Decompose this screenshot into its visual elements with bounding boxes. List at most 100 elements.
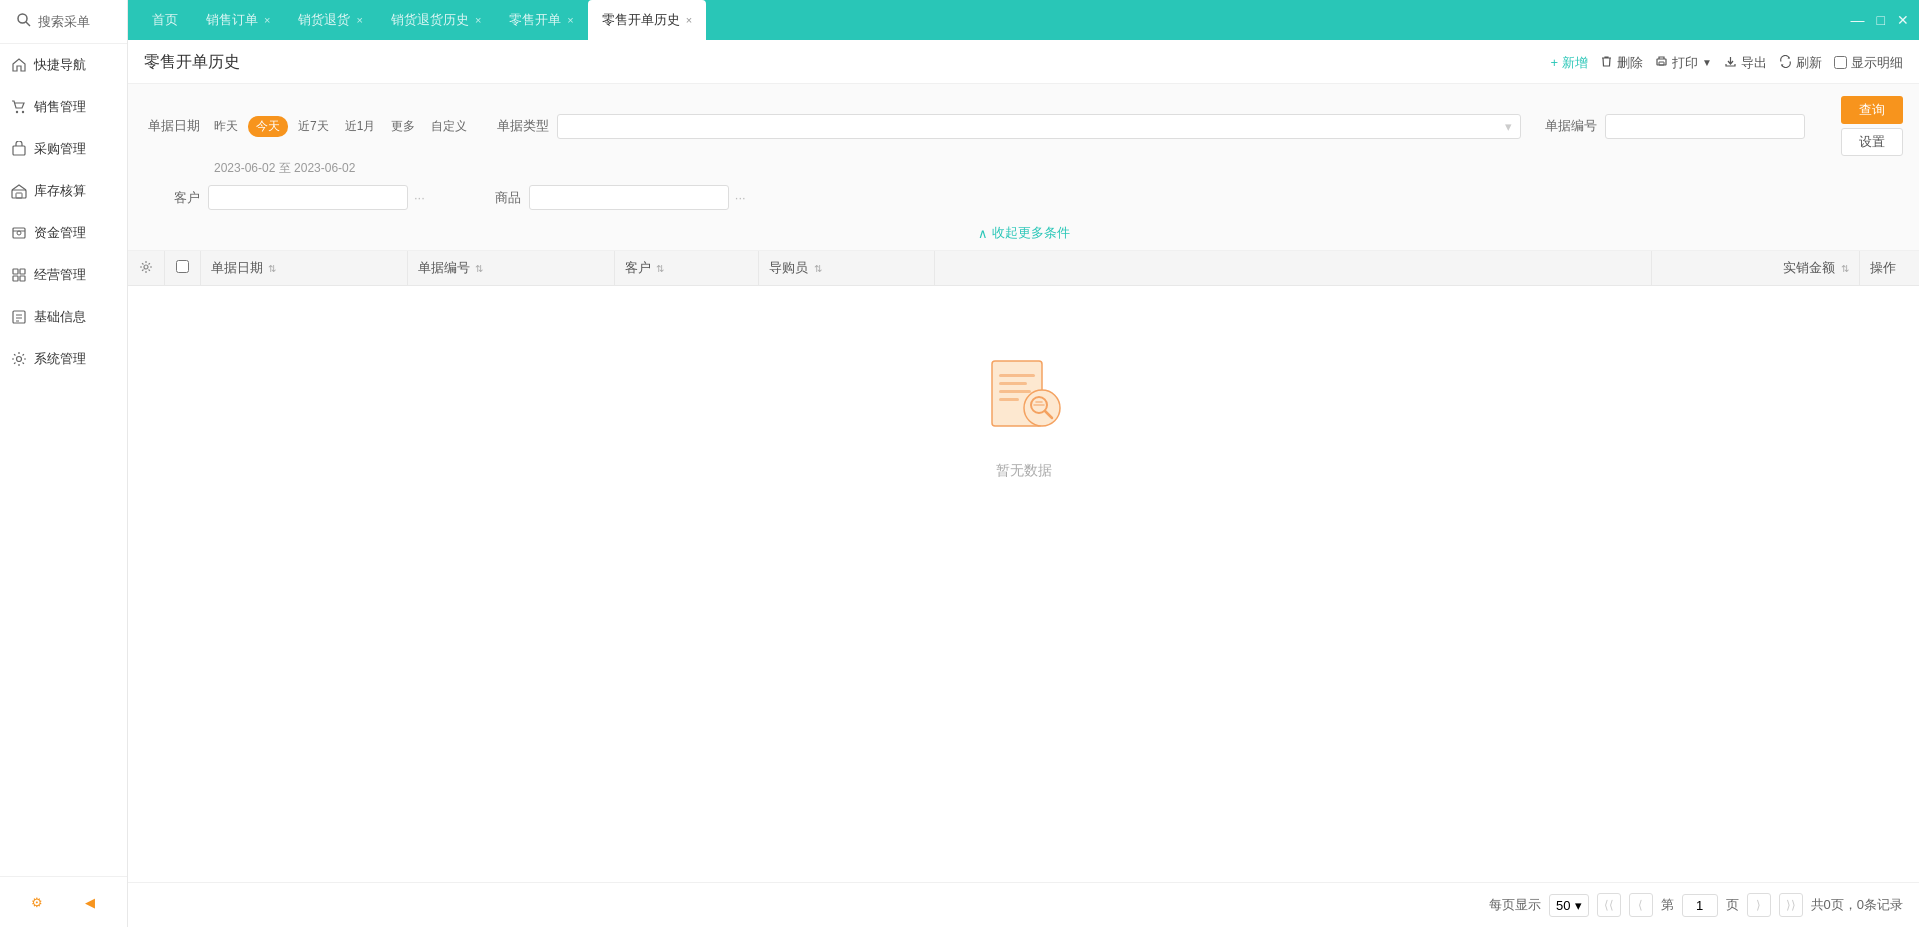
sidebar-search-label: 搜索采单: [38, 13, 90, 31]
restore-btn[interactable]: □: [1877, 12, 1885, 28]
svg-point-8: [17, 231, 21, 235]
sidebar-label-base-info: 基础信息: [34, 308, 86, 326]
empty-illustration: [974, 346, 1074, 446]
tab-sales-return-history-close[interactable]: ×: [475, 14, 481, 26]
export-button[interactable]: 导出: [1724, 54, 1767, 72]
sidebar-item-sys-mgmt[interactable]: 系统管理: [0, 338, 127, 380]
select-all-checkbox[interactable]: [176, 260, 189, 273]
refresh-button[interactable]: 刷新: [1779, 54, 1822, 72]
tab-retail-open-history[interactable]: 零售开单历史 ×: [588, 0, 706, 40]
goods-dots-btn[interactable]: ···: [735, 190, 746, 205]
page-input[interactable]: 1: [1682, 894, 1718, 917]
sidebar-item-purchase-mgmt[interactable]: 采购管理: [0, 128, 127, 170]
per-page-label: 每页显示: [1489, 896, 1541, 914]
tab-retail-open[interactable]: 零售开单 ×: [495, 0, 587, 40]
filter-goods: 商品 ···: [465, 185, 746, 210]
show-detail-checkbox[interactable]: [1834, 56, 1847, 69]
sidebar-item-ops-mgmt[interactable]: 经营管理: [0, 254, 127, 296]
sidebar-label-finance-mgmt: 资金管理: [34, 224, 86, 242]
add-button[interactable]: + 新增: [1551, 54, 1589, 72]
goods-input[interactable]: [529, 185, 729, 210]
svg-rect-26: [999, 398, 1019, 401]
today-btn[interactable]: 今天: [248, 116, 288, 137]
th-number[interactable]: 单据编号 ⇅: [407, 251, 614, 286]
tab-sales-return-history-label: 销货退货历史: [391, 11, 469, 29]
customer-dots-btn[interactable]: ···: [414, 190, 425, 205]
per-page-arrow: ▾: [1575, 898, 1582, 913]
empty-text: 暂无数据: [996, 462, 1052, 480]
custom-btn[interactable]: 自定义: [425, 116, 473, 137]
sidebar-item-quick-nav[interactable]: 快捷导航: [0, 44, 127, 86]
tab-retail-open-history-close[interactable]: ×: [686, 14, 692, 26]
sidebar: 搜索采单 快捷导航 销售管理 采购管理: [0, 0, 128, 927]
1month-btn[interactable]: 近1月: [339, 116, 382, 137]
svg-rect-12: [13, 276, 18, 281]
sidebar-search[interactable]: 搜索采单: [0, 0, 127, 44]
page-title: 零售开单历史: [144, 52, 240, 73]
empty-state: 暂无数据: [128, 286, 1919, 540]
sidebar-collapse-btn[interactable]: ◀: [75, 887, 105, 917]
setting-button[interactable]: 设置: [1841, 128, 1903, 156]
th-action: 操作: [1859, 251, 1919, 286]
date-label: 单据日期: [144, 117, 200, 135]
pagination: 每页显示 50 ▾ ⟨⟨ ⟨ 第 1 页 ⟩ ⟩⟩ 共0页，0条记录: [128, 882, 1919, 927]
last-page-btn[interactable]: ⟩⟩: [1779, 893, 1803, 917]
customer-input[interactable]: [208, 185, 408, 210]
tab-sales-return[interactable]: 销货退货 ×: [284, 0, 376, 40]
per-page-select[interactable]: 50 ▾: [1549, 894, 1588, 917]
trash-icon: [1600, 55, 1613, 71]
svg-rect-11: [20, 269, 25, 274]
print-button[interactable]: 打印 ▼: [1655, 54, 1712, 72]
next-page-btn[interactable]: ⟩: [1747, 893, 1771, 917]
th-checkbox[interactable]: [164, 251, 200, 286]
sidebar-item-finance-mgmt[interactable]: 资金管理: [0, 212, 127, 254]
sidebar-item-sales-mgmt[interactable]: 销售管理: [0, 86, 127, 128]
query-button[interactable]: 查询: [1841, 96, 1903, 124]
tab-home[interactable]: 首页: [138, 0, 192, 40]
sidebar-item-base-info[interactable]: 基础信息: [0, 296, 127, 338]
tab-bar-controls: — □ ✕: [1851, 12, 1909, 28]
sidebar-settings-btn[interactable]: ⚙: [22, 887, 52, 917]
number-input[interactable]: [1605, 114, 1805, 139]
svg-point-3: [22, 111, 24, 113]
tab-bar: 首页 销售订单 × 销货退货 × 销货退货历史 × 零售开单 × 零售开单历史 …: [128, 0, 1919, 40]
th-number-label: 单据编号: [418, 260, 470, 275]
yesterday-btn[interactable]: 昨天: [208, 116, 244, 137]
warehouse-icon: [10, 182, 28, 200]
add-icon: +: [1551, 55, 1559, 70]
table-container: 单据日期 ⇅ 单据编号 ⇅ 客户 ⇅ 导购员 ⇅: [128, 251, 1919, 882]
goods-label: 商品: [465, 189, 521, 207]
data-table: 单据日期 ⇅ 单据编号 ⇅ 客户 ⇅ 导购员 ⇅: [128, 251, 1919, 286]
sidebar-item-stock-calc[interactable]: 库存核算: [0, 170, 127, 212]
th-settings[interactable]: [128, 251, 164, 286]
th-amount[interactable]: 实销金额 ⇅: [1652, 251, 1859, 286]
first-page-btn[interactable]: ⟨⟨: [1597, 893, 1621, 917]
tab-sales-return-close[interactable]: ×: [356, 14, 362, 26]
more-btn[interactable]: 更多: [385, 116, 421, 137]
delete-button[interactable]: 删除: [1600, 54, 1643, 72]
minimize-btn[interactable]: —: [1851, 12, 1865, 28]
th-date[interactable]: 单据日期 ⇅: [200, 251, 407, 286]
close-window-btn[interactable]: ✕: [1897, 12, 1909, 28]
show-detail-toggle[interactable]: 显示明细: [1834, 54, 1903, 72]
box-icon: [10, 140, 28, 158]
toolbar: + 新增 删除: [1551, 54, 1904, 72]
tab-sales-return-history[interactable]: 销货退货历史 ×: [377, 0, 495, 40]
svg-rect-20: [1659, 62, 1664, 65]
tab-sales-order[interactable]: 销售订单 ×: [192, 0, 284, 40]
th-customer[interactable]: 客户 ⇅: [614, 251, 759, 286]
th-date-label: 单据日期: [211, 260, 263, 275]
th-amount-sort-icon: ⇅: [1841, 263, 1849, 274]
7days-btn[interactable]: 近7天: [292, 116, 335, 137]
prev-page-btn[interactable]: ⟨: [1629, 893, 1653, 917]
type-select[interactable]: ▾: [557, 114, 1521, 139]
tab-sales-order-close[interactable]: ×: [264, 14, 270, 26]
svg-point-18: [17, 357, 22, 362]
tab-retail-open-close[interactable]: ×: [567, 14, 573, 26]
collapse-button[interactable]: ∧ 收起更多条件: [144, 220, 1903, 250]
th-guide[interactable]: 导购员 ⇅: [759, 251, 935, 286]
number-label: 单据编号: [1541, 117, 1597, 135]
svg-rect-24: [999, 382, 1027, 385]
table-header-row: 单据日期 ⇅ 单据编号 ⇅ 客户 ⇅ 导购员 ⇅: [128, 251, 1919, 286]
filter-date: 单据日期 昨天 今天 近7天 近1月 更多 自定义: [144, 116, 473, 137]
